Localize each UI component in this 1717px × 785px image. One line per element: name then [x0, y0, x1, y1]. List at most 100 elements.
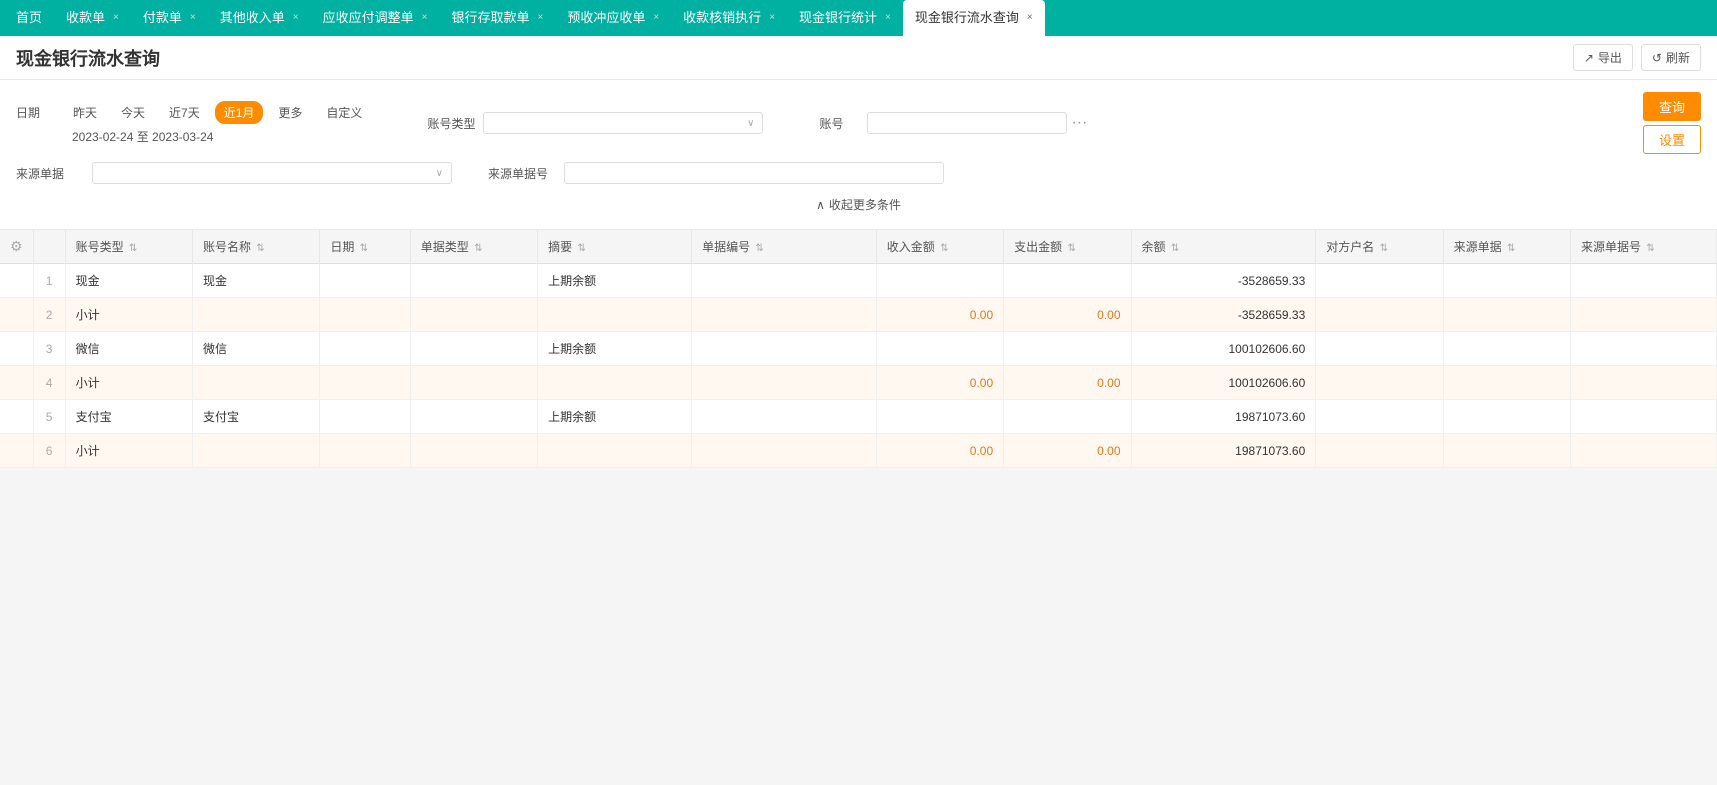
nav-advance[interactable]: 预收冲应收单 ×: [555, 0, 671, 36]
data-table: ⚙ 账号类型 ⇅ 账号名称 ⇅ 日期 ⇅ 单据类型 ⇅: [0, 230, 1717, 468]
filter-row-2: 来源单据 ∨ 来源单据号: [16, 162, 1701, 184]
account-type-chevron: ∨: [747, 118, 754, 129]
nav-stats-close[interactable]: ×: [885, 0, 891, 36]
nav-verification[interactable]: 收款核销执行 ×: [671, 0, 787, 36]
th-doc-type[interactable]: 单据类型 ⇅: [410, 230, 537, 264]
table-cell: [410, 434, 537, 468]
table-cell: [192, 434, 319, 468]
filter-row-1: 日期 昨天 今天 近7天 近1月 更多 自定义 2023-02-24 至 202…: [16, 92, 1701, 154]
nav-advance-close[interactable]: ×: [653, 0, 659, 36]
nav-other-income[interactable]: 其他收入单 ×: [208, 0, 311, 36]
th-expense[interactable]: 支出金额 ⇅: [1004, 230, 1131, 264]
collapse-bar[interactable]: ∧ 收起更多条件: [16, 192, 1701, 217]
account-input[interactable]: [867, 112, 1067, 134]
nav-cashflow-close[interactable]: ×: [1027, 0, 1033, 36]
th-income[interactable]: 收入金额 ⇅: [876, 230, 1003, 264]
account-dots-button[interactable]: ···: [1071, 114, 1087, 132]
table-cell: [1004, 332, 1131, 366]
filter-area: 日期 昨天 今天 近7天 近1月 更多 自定义 2023-02-24 至 202…: [0, 80, 1717, 230]
table-cell: [1004, 264, 1131, 298]
date-custom[interactable]: 自定义: [317, 101, 371, 124]
table-cell: [1004, 400, 1131, 434]
settings-button[interactable]: 设置: [1643, 125, 1701, 154]
source-doc-select[interactable]: ∨: [92, 162, 452, 184]
table-cell: [1316, 332, 1443, 366]
table-cell: [0, 366, 33, 400]
table-gear-icon[interactable]: ⚙: [10, 238, 23, 254]
th-counterparty[interactable]: 对方户名 ⇅: [1316, 230, 1443, 264]
th-source-doc-no[interactable]: 来源单据号 ⇅: [1571, 230, 1717, 264]
date-1month[interactable]: 近1月: [215, 101, 264, 124]
date-more[interactable]: 更多: [269, 101, 311, 124]
th-summary[interactable]: 摘要 ⇅: [538, 230, 692, 264]
nav-verification-close[interactable]: ×: [769, 0, 775, 36]
th-account-type[interactable]: 账号类型 ⇅: [65, 230, 192, 264]
export-button[interactable]: ↗ 导出: [1573, 44, 1633, 71]
date-label: 日期: [16, 104, 56, 121]
nav-other-income-close[interactable]: ×: [293, 0, 299, 36]
th-balance[interactable]: 余额 ⇅: [1131, 230, 1316, 264]
collapse-label: 收起更多条件: [829, 196, 901, 213]
table-cell: [876, 332, 1003, 366]
th-source-doc[interactable]: 来源单据 ⇅: [1443, 230, 1570, 264]
th-doc-no[interactable]: 单据编号 ⇅: [692, 230, 877, 264]
refresh-label: 刷新: [1666, 49, 1690, 66]
table-row: 4小计0.000.00100102606.60: [0, 366, 1717, 400]
sort-doc-no-icon: ⇅: [755, 243, 763, 254]
table-cell: 6: [33, 434, 65, 468]
nav-adjustment[interactable]: 应收应付调整单 ×: [311, 0, 440, 36]
table-cell: [1316, 366, 1443, 400]
table-row: 6小计0.000.0019871073.60: [0, 434, 1717, 468]
table-cell: [692, 366, 877, 400]
page-header: 现金银行流水查询 ↗ 导出 ↺ 刷新: [0, 36, 1717, 80]
table-header-row: ⚙ 账号类型 ⇅ 账号名称 ⇅ 日期 ⇅ 单据类型 ⇅: [0, 230, 1717, 264]
table-cell: 0.00: [876, 298, 1003, 332]
table-cell: [1571, 434, 1717, 468]
nav-home[interactable]: 首页: [4, 0, 54, 36]
nav-cashflow[interactable]: 现金银行流水查询 ×: [903, 0, 1045, 36]
nav-payments-close[interactable]: ×: [190, 0, 196, 36]
source-doc-no-input[interactable]: [564, 162, 944, 184]
nav-home-label: 首页: [16, 0, 42, 36]
date-today[interactable]: 今天: [112, 101, 154, 124]
table-cell: [1571, 298, 1717, 332]
table-cell: 0.00: [876, 366, 1003, 400]
nav-adjustment-close[interactable]: ×: [422, 0, 428, 36]
date-7days[interactable]: 近7天: [160, 101, 209, 124]
table-cell: 现金: [65, 264, 192, 298]
table-cell: [538, 434, 692, 468]
collapse-icon: ∧: [816, 198, 825, 212]
table-container: ⚙ 账号类型 ⇅ 账号名称 ⇅ 日期 ⇅ 单据类型 ⇅: [0, 230, 1717, 468]
table-cell: [538, 366, 692, 400]
nav-receipts[interactable]: 收款单 ×: [54, 0, 131, 36]
source-doc-label: 来源单据: [16, 165, 76, 182]
nav-bank-deposit-close[interactable]: ×: [537, 0, 543, 36]
table-cell: [0, 434, 33, 468]
query-button[interactable]: 查询: [1643, 92, 1701, 121]
table-cell: [1316, 298, 1443, 332]
nav-stats[interactable]: 现金银行统计 ×: [787, 0, 903, 36]
sort-account-name-icon: ⇅: [256, 243, 264, 254]
table-cell: 上期余额: [538, 400, 692, 434]
nav-receipts-close[interactable]: ×: [113, 0, 119, 36]
nav-bank-deposit[interactable]: 银行存取款单 ×: [439, 0, 555, 36]
nav-payments[interactable]: 付款单 ×: [131, 0, 208, 36]
table-cell: [410, 400, 537, 434]
table-cell: -3528659.33: [1131, 298, 1316, 332]
table-cell: [876, 264, 1003, 298]
table-cell: [320, 298, 410, 332]
account-type-filter: 账号类型 ∨: [427, 112, 763, 134]
table-cell: [1316, 400, 1443, 434]
account-type-select[interactable]: ∨: [483, 112, 763, 134]
table-cell: 4: [33, 366, 65, 400]
source-doc-no-label: 来源单据号: [488, 165, 548, 182]
refresh-button[interactable]: ↺ 刷新: [1641, 44, 1701, 71]
sort-income-icon: ⇅: [940, 243, 948, 254]
sort-balance-icon: ⇅: [1171, 243, 1179, 254]
date-yesterday[interactable]: 昨天: [64, 101, 106, 124]
table-cell: 小计: [65, 298, 192, 332]
table-cell: 1: [33, 264, 65, 298]
th-account-name[interactable]: 账号名称 ⇅: [192, 230, 319, 264]
table-cell: [320, 332, 410, 366]
th-date[interactable]: 日期 ⇅: [320, 230, 410, 264]
